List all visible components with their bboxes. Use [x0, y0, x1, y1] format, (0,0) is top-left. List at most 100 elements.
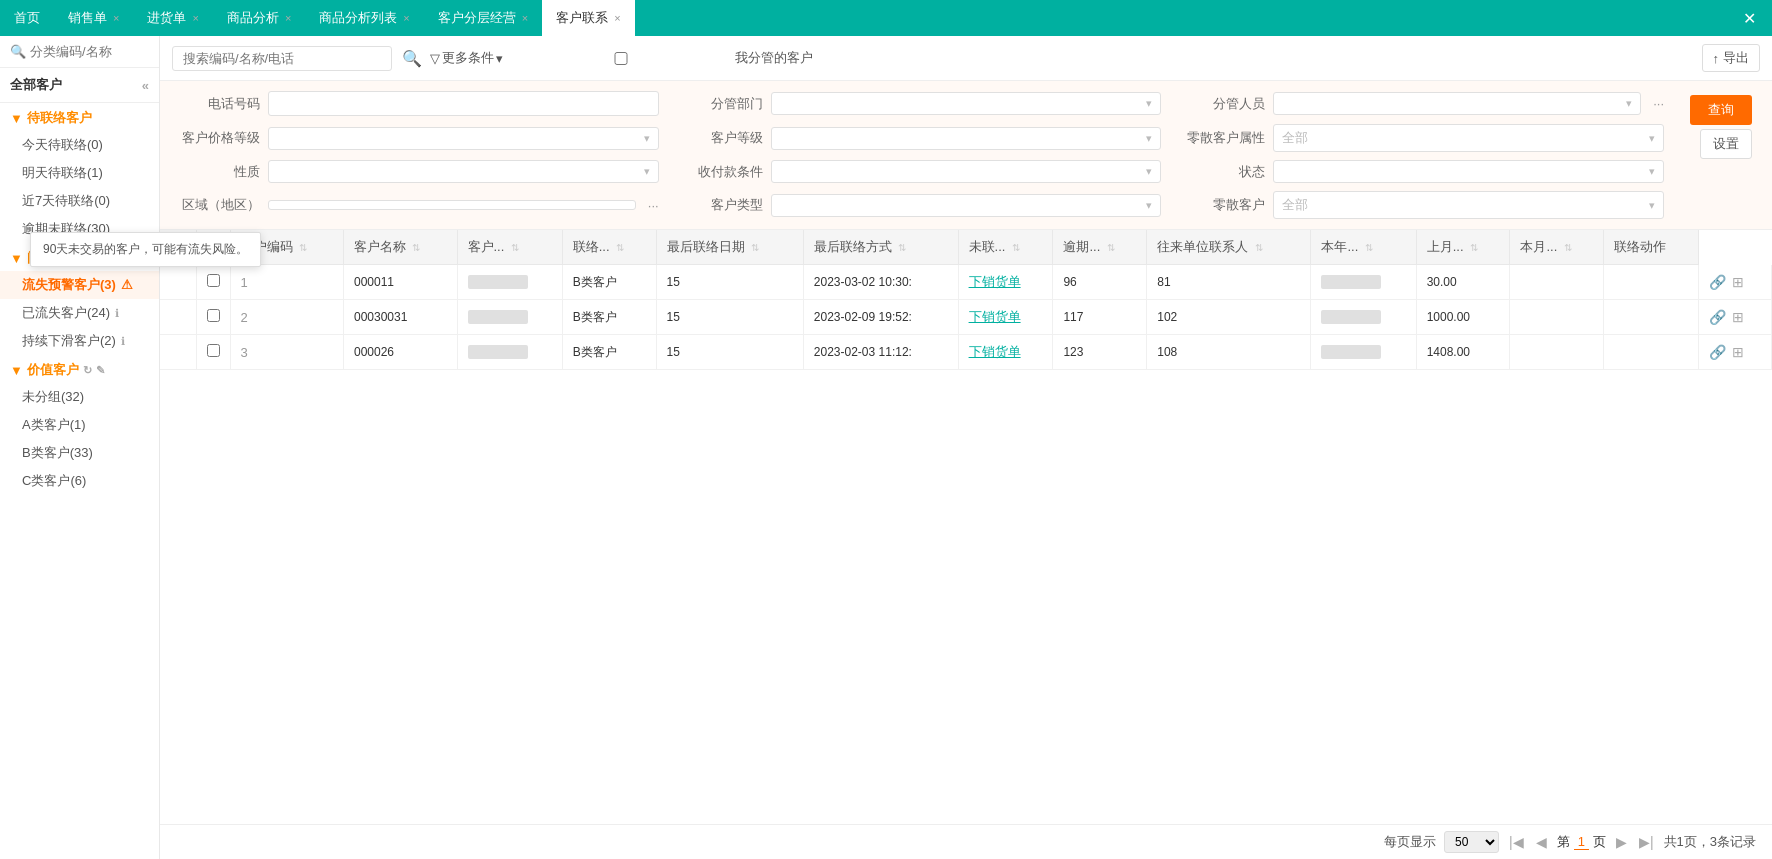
col-last-date-sort[interactable]: ⇅ [751, 242, 759, 253]
my-clients-checkbox[interactable]: 我分管的客户 [511, 49, 813, 67]
sidebar-item-churned-label: 已流失客户(24) [22, 305, 110, 320]
sidebar-search-input[interactable] [30, 44, 149, 59]
col-type-sort[interactable]: ⇅ [511, 242, 519, 253]
action-link-icon-0[interactable]: 🔗 [1709, 274, 1726, 290]
filter-sparse-attr-select[interactable]: 全部 ▾ [1273, 124, 1664, 152]
tab-goods-analysis[interactable]: 商品分析 × [213, 0, 305, 36]
cell-actions-1: 🔗 ⊞ [1699, 300, 1772, 335]
col-contact-sort[interactable]: ⇅ [616, 242, 624, 253]
search-input[interactable] [172, 46, 392, 71]
tab-sales[interactable]: 销售单 × [54, 0, 133, 36]
sidebar-item-class-a[interactable]: A类客户(1) [0, 411, 159, 439]
close-all-button[interactable]: ✕ [1727, 0, 1772, 36]
sidebar-collapse-icon[interactable]: « [142, 78, 149, 93]
export-button[interactable]: ↑ 导出 [1702, 44, 1761, 72]
value-edit-icon[interactable]: ✎ [96, 364, 105, 377]
col-this-month-sort[interactable]: ⇅ [1564, 242, 1572, 253]
last-page-button[interactable]: ▶| [1637, 834, 1656, 850]
col-action-label: 联络动作 [1614, 239, 1666, 254]
filter-customer-level-select[interactable]: ▾ [771, 127, 1162, 150]
export-label: 导出 [1723, 49, 1749, 67]
col-last-method-label: 最后联络方式 [814, 239, 892, 254]
col-no-contact-sort[interactable]: ⇅ [1012, 242, 1020, 253]
filter-sparse-customer-select[interactable]: 全部 ▾ [1273, 191, 1664, 219]
cell-no-contact-2: 123 [1053, 335, 1147, 370]
tab-goods-list[interactable]: 商品分析列表 × [305, 0, 423, 36]
tab-customer-contact-label: 客户联系 [556, 9, 608, 27]
content-area: 🔍 ▽ 更多条件 ▾ 我分管的客户 ↑ 导出 [160, 36, 1772, 859]
page-size-select[interactable]: 50 100 200 [1444, 831, 1499, 853]
close-goods-analysis-icon[interactable]: × [285, 12, 291, 24]
filter-phone-input[interactable] [268, 91, 659, 116]
section-value-customers[interactable]: ▼ 价值客户 ↻ ✎ [0, 355, 159, 383]
close-purchase-icon[interactable]: × [192, 12, 198, 24]
filter-customer-type-select[interactable]: ▾ [771, 194, 1162, 217]
filter-customer-type-label: 客户类型 [683, 196, 763, 214]
tab-purchase[interactable]: 进货单 × [133, 0, 212, 36]
sidebar-item-today[interactable]: 今天待联络(0) [0, 131, 159, 159]
sidebar-item-churn-warning[interactable]: 流失预警客户(3) ⚠ [0, 271, 159, 299]
cell-num-1: 2 [230, 300, 344, 335]
query-button[interactable]: 查询 [1690, 95, 1752, 125]
action-link-icon-2[interactable]: 🔗 [1709, 344, 1726, 360]
prev-page-button[interactable]: ◀ [1534, 834, 1549, 850]
row-checkbox-1[interactable] [207, 309, 220, 322]
last-method-link-1[interactable]: 下销货单 [969, 309, 1021, 324]
filter-price-level-select[interactable]: ▾ [268, 127, 659, 150]
col-last-method-sort[interactable]: ⇅ [898, 242, 906, 253]
filter-region-dots[interactable]: ··· [648, 198, 659, 213]
action-grid-icon-2[interactable]: ⊞ [1732, 344, 1744, 360]
first-page-button[interactable]: |◀ [1507, 834, 1526, 850]
filter-dept-select[interactable]: ▾ [771, 92, 1162, 115]
tab-home[interactable]: 首页 [0, 0, 54, 36]
row-checkbox-0[interactable] [207, 274, 220, 287]
cell-gear-0 [160, 265, 196, 300]
sidebar-item-class-c[interactable]: C类客户(6) [0, 467, 159, 495]
close-customer-tier-icon[interactable]: × [522, 12, 528, 24]
sidebar-item-ungrouped[interactable]: 未分组(32) [0, 383, 159, 411]
col-code-sort[interactable]: ⇅ [299, 242, 307, 253]
action-link-icon-1[interactable]: 🔗 [1709, 309, 1726, 325]
filter-region-select[interactable] [268, 200, 636, 210]
sidebar-item-week[interactable]: 近7天待联络(0) [0, 187, 159, 215]
sidebar-item-declining[interactable]: 持续下滑客户(2) ℹ [0, 327, 159, 355]
more-conditions-button[interactable]: ▽ 更多条件 ▾ [430, 49, 503, 67]
tab-customer-contact[interactable]: 客户联系 × [542, 0, 634, 36]
data-table: ⚙ 客户编码 ⇅ 客户名称 ⇅ [160, 230, 1772, 370]
next-page-button[interactable]: ▶ [1614, 834, 1629, 850]
col-this-year-sort[interactable]: ⇅ [1365, 242, 1373, 253]
col-overdue: 逾期... ⇅ [1053, 230, 1147, 265]
filter-payment-select[interactable]: ▾ [771, 160, 1162, 183]
section-pending-contact[interactable]: ▼ 待联络客户 [0, 103, 159, 131]
sidebar-item-churned[interactable]: 已流失客户(24) ℹ [0, 299, 159, 327]
problem-customer-tooltip: 90天未交易的客户，可能有流失风险。 [30, 232, 160, 267]
close-goods-list-icon[interactable]: × [403, 12, 409, 24]
tab-sales-label: 销售单 [68, 9, 107, 27]
action-grid-icon-0[interactable]: ⊞ [1732, 274, 1744, 290]
tab-customer-tier[interactable]: 客户分层经营 × [424, 0, 542, 36]
value-refresh-icon[interactable]: ↻ [83, 364, 92, 377]
filter-dept: 分管部门 ▾ [683, 92, 1162, 115]
sidebar-item-tomorrow[interactable]: 明天待联络(1) [0, 159, 159, 187]
action-grid-icon-1[interactable]: ⊞ [1732, 309, 1744, 325]
filter-customer-type-chevron: ▾ [1146, 199, 1152, 212]
col-contact-person-sort[interactable]: ⇅ [1255, 242, 1263, 253]
close-customer-contact-icon[interactable]: × [614, 12, 620, 24]
settings-button[interactable]: 设置 [1700, 129, 1752, 159]
sidebar-item-class-b[interactable]: B类客户(33) [0, 439, 159, 467]
churn-warning-badge: ⚠ [121, 277, 133, 292]
filter-person-dots[interactable]: ··· [1653, 96, 1664, 111]
filter-status-select[interactable]: ▾ [1273, 160, 1664, 183]
search-button[interactable]: 🔍 [402, 49, 422, 68]
col-name-sort[interactable]: ⇅ [412, 242, 420, 253]
filter-person-select[interactable]: ▾ [1273, 92, 1641, 115]
close-sales-icon[interactable]: × [113, 12, 119, 24]
row-checkbox-2[interactable] [207, 344, 220, 357]
filter-nature-select[interactable]: ▾ [268, 160, 659, 183]
last-method-link-0[interactable]: 下销货单 [969, 274, 1021, 289]
my-clients-check[interactable] [511, 52, 731, 65]
last-method-link-2[interactable]: 下销货单 [969, 344, 1021, 359]
filter-bar: 🔍 ▽ 更多条件 ▾ 我分管的客户 ↑ 导出 [160, 36, 1772, 81]
col-overdue-sort[interactable]: ⇅ [1107, 242, 1115, 253]
col-last-month-sort[interactable]: ⇅ [1470, 242, 1478, 253]
